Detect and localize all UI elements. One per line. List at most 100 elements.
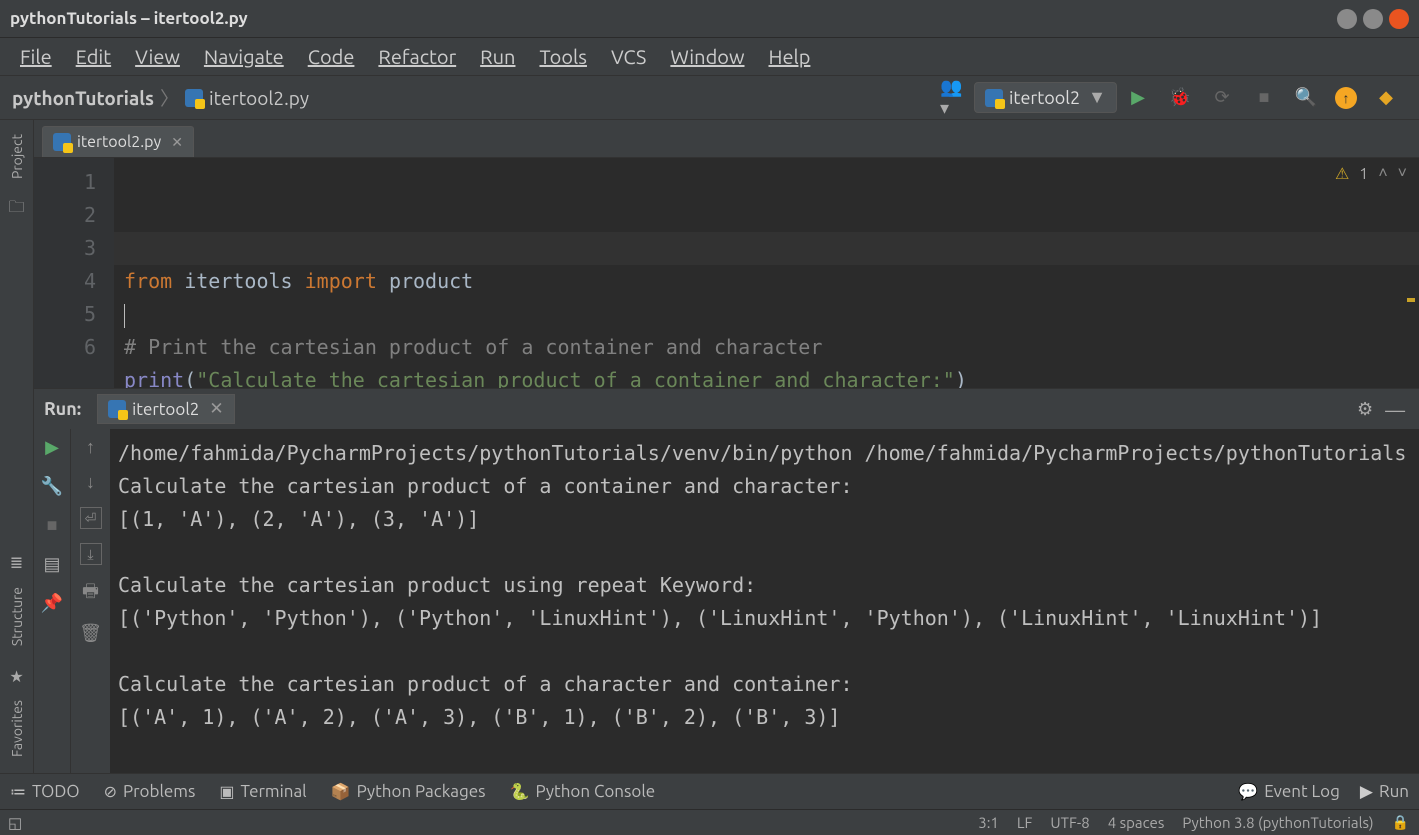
line-separator[interactable]: LF	[1017, 814, 1033, 831]
ide-features-icon[interactable]: ◆	[1373, 85, 1399, 111]
left-tool-rail: Project 🗀 ≣ Structure ★ Favorites	[0, 120, 34, 773]
package-icon: 📦	[331, 782, 351, 801]
soft-wrap-icon[interactable]: ⏎	[80, 507, 102, 529]
code-identifier: product	[389, 269, 473, 293]
menu-code[interactable]: Code	[296, 41, 367, 72]
indent-settings[interactable]: 4 spaces	[1108, 814, 1165, 831]
update-available-icon[interactable]: ↑	[1335, 87, 1357, 109]
menu-edit[interactable]: Edit	[64, 41, 123, 72]
navigation-bar: pythonTutorials 〉 itertool2.py 👥▾ iterto…	[0, 76, 1419, 120]
editor[interactable]: 1 2 3 4 5 6 # Import product from iterto…	[34, 158, 1419, 388]
stop-button[interactable]: ■	[1251, 85, 1277, 111]
run-button[interactable]: ▶	[1125, 85, 1151, 111]
up-stack-icon[interactable]: ↑	[86, 437, 95, 458]
menubar: File Edit View Navigate Code Refactor Ru…	[0, 38, 1419, 76]
star-icon[interactable]: ★	[7, 666, 27, 686]
editor-tab-itertool2[interactable]: itertool2.py ✕	[42, 126, 194, 157]
gear-icon[interactable]: ⚙	[1357, 399, 1373, 420]
line-number: 6	[34, 331, 96, 364]
code-area[interactable]: # Import product from itertools from ite…	[114, 158, 1419, 388]
line-number: 5	[34, 298, 96, 331]
menu-navigate[interactable]: Navigate	[192, 41, 296, 72]
menu-tools[interactable]: Tools	[527, 41, 598, 72]
editor-tab-label: itertool2.py	[77, 133, 161, 151]
breadcrumb-separator-icon: 〉	[160, 84, 179, 111]
run-tool-button[interactable]: ▶Run	[1360, 782, 1409, 802]
search-everywhere-icon[interactable]: 🔍	[1293, 85, 1319, 111]
menu-window[interactable]: Window	[658, 41, 756, 72]
menu-help[interactable]: Help	[757, 41, 823, 72]
menu-vcs[interactable]: VCS	[599, 41, 658, 72]
warning-icon: ⚠	[1335, 164, 1349, 183]
error-stripe[interactable]	[1405, 158, 1417, 388]
breadcrumb-file[interactable]: itertool2.py	[209, 87, 309, 109]
stop-icon[interactable]: ■	[47, 515, 58, 536]
tool-window-bar: ≔TODO ⊘Problems ▣Terminal 📦Python Packag…	[0, 773, 1419, 809]
favorites-tool-button[interactable]: Favorites	[9, 700, 25, 757]
code-comment: # Print the cartesian product of a conta…	[124, 335, 822, 359]
run-label: Run:	[44, 399, 81, 419]
todo-tool-button[interactable]: ≔TODO	[10, 782, 80, 801]
pin-icon[interactable]: 📌	[41, 593, 63, 614]
close-run-tab-icon[interactable]: ✕	[209, 399, 223, 419]
inspection-widget[interactable]: ⚠ 1 ˄ ˅	[1335, 164, 1407, 183]
print-icon[interactable]: 🖶	[82, 579, 99, 609]
prev-highlight-icon[interactable]: ˄	[1378, 164, 1387, 183]
text-cursor	[124, 304, 125, 328]
python-file-icon	[185, 89, 203, 107]
debug-button[interactable]: 🐞	[1167, 85, 1193, 111]
code-punct: )	[955, 368, 967, 388]
run-coverage-button[interactable]: ⟳	[1209, 85, 1235, 111]
window-title: pythonTutorials – itertool2.py	[10, 9, 248, 28]
python-icon: 🐍	[510, 782, 530, 801]
event-log-tool-button[interactable]: 💬Event Log	[1238, 782, 1340, 801]
clear-icon[interactable]: 🗑	[79, 623, 102, 644]
run-toolbar-secondary: ↑ ↓ ⏎ ⤓ 🖶 🗑	[70, 429, 110, 773]
code-keyword: import	[305, 269, 389, 293]
menu-run[interactable]: Run	[468, 41, 527, 72]
editor-tabs: itertool2.py ✕	[34, 120, 1419, 158]
window-minimize-button[interactable]	[1337, 9, 1357, 29]
tool-windows-quick-access-icon[interactable]: ◱	[8, 814, 22, 832]
structure-icon[interactable]: ≣	[7, 553, 27, 573]
folder-icon[interactable]: 🗀	[7, 199, 27, 219]
down-stack-icon[interactable]: ↓	[86, 472, 95, 493]
warning-count: 1	[1359, 165, 1368, 183]
code-with-me-icon[interactable]: 👥▾	[940, 85, 966, 111]
run-config-name: itertool2	[1009, 88, 1080, 108]
rerun-button[interactable]: ▶	[45, 437, 59, 458]
close-tab-icon[interactable]: ✕	[171, 134, 183, 151]
scroll-to-end-icon[interactable]: ⤓	[80, 543, 102, 565]
window-close-button[interactable]	[1389, 9, 1409, 29]
menu-file[interactable]: File	[8, 41, 64, 72]
file-encoding[interactable]: UTF-8	[1050, 814, 1089, 831]
error-stripe-mark[interactable]	[1407, 298, 1415, 302]
python-interpreter[interactable]: Python 3.8 (pythonTutorials)	[1182, 814, 1373, 831]
caret-position[interactable]: 3:1	[978, 814, 999, 831]
terminal-tool-button[interactable]: ▣Terminal	[219, 782, 306, 801]
wrench-icon[interactable]: 🔧	[41, 476, 63, 497]
line-number: 3	[34, 232, 96, 265]
hide-tool-window-icon[interactable]: —	[1385, 398, 1405, 421]
lock-icon[interactable]: 🔒	[1392, 814, 1409, 831]
menu-view[interactable]: View	[123, 41, 192, 72]
code-keyword: from	[124, 269, 184, 293]
menu-refactor[interactable]: Refactor	[366, 41, 468, 72]
project-tool-button[interactable]: Project	[9, 134, 25, 179]
problems-tool-button[interactable]: ⊘Problems	[104, 782, 196, 801]
run-configuration-selector[interactable]: itertool2 ▼	[974, 82, 1117, 113]
layout-icon[interactable]: ▤	[43, 554, 60, 575]
gutter: 1 2 3 4 5 6	[34, 158, 114, 388]
python-console-tool-button[interactable]: 🐍Python Console	[510, 782, 656, 801]
python-packages-tool-button[interactable]: 📦Python Packages	[331, 782, 486, 801]
structure-tool-button[interactable]: Structure	[9, 587, 25, 646]
code-identifier: itertools	[184, 269, 304, 293]
caret-line-highlight	[114, 232, 1419, 265]
window-maximize-button[interactable]	[1363, 9, 1383, 29]
console-output[interactable]: /home/fahmida/PycharmProjects/pythonTuto…	[110, 429, 1419, 773]
code-builtin: print	[124, 368, 184, 388]
warning-circle-icon: ⊘	[104, 782, 117, 801]
run-tab[interactable]: itertool2 ✕	[97, 394, 234, 424]
breadcrumb-project[interactable]: pythonTutorials	[12, 87, 154, 109]
status-bar: ◱ 3:1 LF UTF-8 4 spaces Python 3.8 (pyth…	[0, 809, 1419, 835]
